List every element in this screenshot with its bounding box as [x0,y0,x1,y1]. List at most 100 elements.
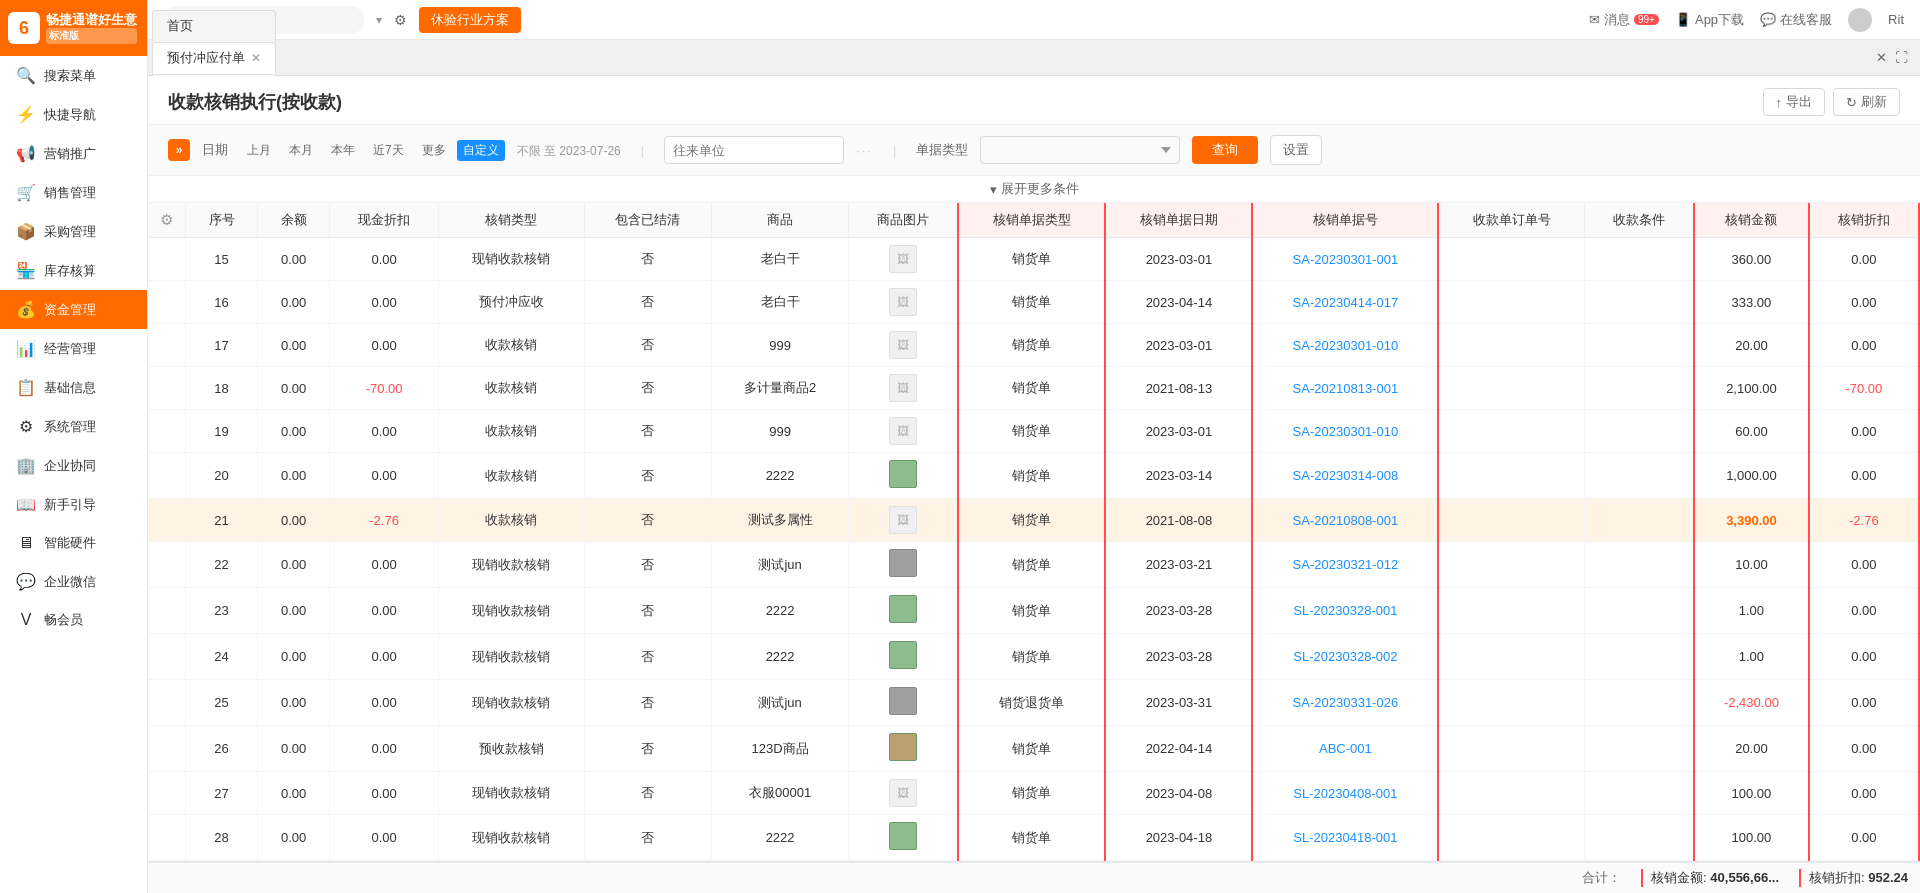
td-verify-discount: -70.00 [1809,367,1919,410]
td-verify-bill-date: 2021-08-08 [1105,499,1252,542]
td-product: 123D商品 [711,726,848,772]
td-cash-discount: 0.00 [330,634,439,680]
online-service-button[interactable]: 💬 在线客服 [1760,11,1832,29]
expand-conditions-button[interactable]: ▾ 展开更多条件 [990,180,1079,198]
sidebar-item-search[interactable]: 🔍搜索菜单 [0,56,147,95]
th-settings[interactable]: ⚙ [148,203,186,238]
sidebar-item-wechat[interactable]: 💬企业微信 [0,562,147,601]
avatar[interactable] [1848,8,1872,32]
sidebar-item-enterprise[interactable]: 🏢企业协同 [0,446,147,485]
td-product: 2222 [711,453,848,499]
td-verify-bill-no[interactable]: SA-20230301-010 [1252,410,1438,453]
bill-no-link[interactable]: SA-20230321-012 [1293,557,1399,572]
td-receipt-condition [1585,410,1695,453]
td-verify-bill-date: 2023-03-01 [1105,324,1252,367]
bill-no-link[interactable]: SA-20230331-026 [1293,695,1399,710]
solution-button[interactable]: 休验行业方案 [419,7,521,33]
topbar-chevron-icon[interactable]: ▾ [376,13,382,27]
bill-no-link[interactable]: SL-20230328-002 [1293,649,1397,664]
sidebar-label-purchase: 采购管理 [44,223,96,241]
filter-expand-button[interactable]: » [168,139,190,161]
td-product: 2222 [711,815,848,861]
expand-tab-icon[interactable]: ⛶ [1895,50,1908,65]
sidebar-item-member[interactable]: V畅会员 [0,601,147,639]
td-cash-discount: -2.76 [330,499,439,542]
refresh-icon: ↻ [1846,95,1857,110]
date-last-month[interactable]: 上月 [240,139,278,162]
date-more[interactable]: 更多 [415,139,453,162]
tab-bar: 首页预付冲应付单✕收款核销执行✕ ✕ ⛶ [148,40,1920,76]
sidebar-item-inventory[interactable]: 🏪库存核算 [0,251,147,290]
from-unit-input[interactable] [664,136,844,164]
td-receipt-condition [1585,324,1695,367]
bill-no-link[interactable]: ABC-001 [1319,741,1372,756]
tab-预付冲应付单[interactable]: 预付冲应付单✕ [152,42,276,74]
bill-no-link[interactable]: SA-20210808-001 [1293,513,1399,528]
td-cash-discount: 0.00 [330,588,439,634]
bill-no-link[interactable]: SA-20230301-001 [1293,252,1399,267]
sidebar-item-sales[interactable]: 🛒销售管理 [0,173,147,212]
close-tab-icon[interactable]: ✕ [1876,50,1887,65]
td-verify-bill-no[interactable]: SL-20230328-001 [1252,588,1438,634]
date-7days[interactable]: 近7天 [366,139,411,162]
setting-button[interactable]: 设置 [1270,135,1322,165]
date-this-year[interactable]: 本年 [324,139,362,162]
td-verify-bill-date: 2023-03-28 [1105,634,1252,680]
sidebar-item-basic[interactable]: 📋基础信息 [0,368,147,407]
td-cash-discount: 0.00 [330,410,439,453]
export-button[interactable]: ↑ 导出 [1763,88,1826,116]
td-verify-bill-no[interactable]: SA-20210813-001 [1252,367,1438,410]
sidebar-item-guide[interactable]: 📖新手引导 [0,485,147,524]
td-verify-bill-date: 2023-04-18 [1105,815,1252,861]
sidebar-label-sales: 销售管理 [44,184,96,202]
app-download-button[interactable]: 📱 App下载 [1675,11,1744,29]
query-button[interactable]: 查询 [1192,136,1258,164]
tab-首页[interactable]: 首页 [152,10,276,42]
td-no: 21 [186,499,258,542]
td-verify-bill-no[interactable]: SL-20230418-001 [1252,815,1438,861]
td-verify-bill-no[interactable]: SA-20230321-012 [1252,542,1438,588]
td-verify-bill-no[interactable]: ABC-001 [1252,726,1438,772]
filter-bar: » 日期 上月 本月 本年 近7天 更多 自定义 不限 至 2023-07-26… [148,125,1920,176]
date-this-month[interactable]: 本月 [282,139,320,162]
td-verify-bill-no[interactable]: SA-20230414-017 [1252,281,1438,324]
message-button[interactable]: ✉ 消息 99+ [1589,11,1659,29]
bill-no-link[interactable]: SA-20210813-001 [1293,381,1399,396]
sidebar-item-system[interactable]: ⚙系统管理 [0,407,147,446]
topbar-gear-icon[interactable]: ⚙ [394,12,407,28]
bill-no-link[interactable]: SL-20230408-001 [1293,786,1397,801]
td-verify-bill-no[interactable]: SA-20210808-001 [1252,499,1438,542]
sidebar-item-finance[interactable]: 💰资金管理 [0,290,147,329]
sidebar-item-quick-nav[interactable]: ⚡快捷导航 [0,95,147,134]
tab-close-1[interactable]: ✕ [251,51,261,65]
refresh-button[interactable]: ↻ 刷新 [1833,88,1900,116]
td-verify-bill-no[interactable]: SL-20230408-001 [1252,772,1438,815]
sidebar-item-purchase[interactable]: 📦采购管理 [0,212,147,251]
td-verify-bill-no[interactable]: SA-20230301-010 [1252,324,1438,367]
td-verify-bill-no[interactable]: SA-20230314-008 [1252,453,1438,499]
sidebar-item-operations[interactable]: 📊经营管理 [0,329,147,368]
bill-no-link[interactable]: SA-20230414-017 [1293,295,1399,310]
td-verify-bill-type: 销货单 [958,542,1105,588]
td-settings [148,410,186,453]
td-verify-bill-no[interactable]: SL-20230328-002 [1252,634,1438,680]
td-verify-bill-no[interactable]: SA-20230331-026 [1252,680,1438,726]
td-receipt-condition [1585,772,1695,815]
bill-no-link[interactable]: SL-20230328-001 [1293,603,1397,618]
td-verify-type: 预付冲应收 [439,281,585,324]
td-verify-bill-no[interactable]: SA-20230301-001 [1252,238,1438,281]
single-type-select[interactable] [980,136,1180,164]
bill-no-link[interactable]: SA-20230314-008 [1293,468,1399,483]
bill-no-link[interactable]: SL-20230418-001 [1293,830,1397,845]
settings-icon[interactable]: ⚙ [160,211,173,228]
app-logo: 6 畅捷通谱好生意 标准版 [0,0,147,56]
td-no: 28 [186,815,258,861]
bill-no-link[interactable]: SA-20230301-010 [1293,338,1399,353]
td-product: 多计量商品2 [711,367,848,410]
sidebar-item-marketing[interactable]: 📢营销推广 [0,134,147,173]
date-custom[interactable]: 自定义 [457,140,505,161]
sidebar-item-hardware[interactable]: 🖥智能硬件 [0,524,147,562]
bill-no-link[interactable]: SA-20230301-010 [1293,424,1399,439]
td-receipt-order-no [1438,238,1584,281]
td-balance: 0.00 [258,367,330,410]
